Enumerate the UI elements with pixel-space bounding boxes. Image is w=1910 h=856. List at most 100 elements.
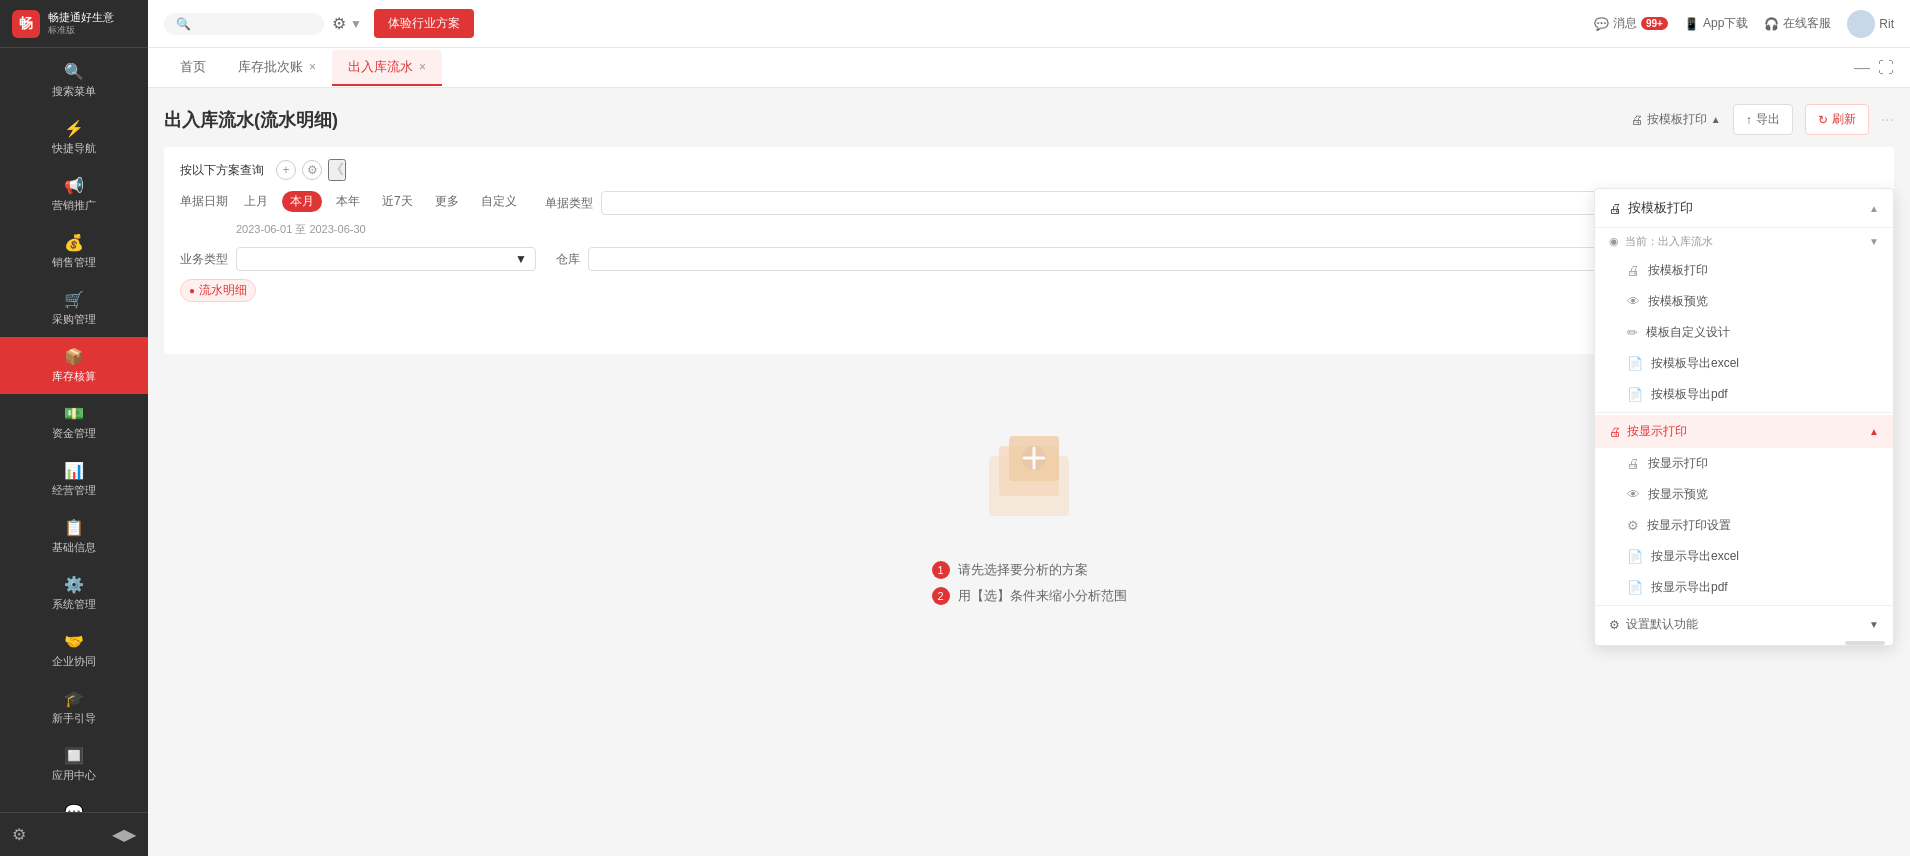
flow-detail-tag[interactable]: ● 流水明细 [180, 279, 256, 302]
sidebar-item-search[interactable]: 🔍 搜索菜单 [0, 52, 148, 109]
panel-scrollbar[interactable] [1595, 641, 1893, 645]
date-btn-more[interactable]: 更多 [427, 191, 467, 212]
app-download-button[interactable]: 📱 App下载 [1684, 15, 1748, 32]
template-print-dropdown: 🖨 按模板打印 ▲ ◉ 当前：出入库流水 ▼ 🖨 按模板打印 👁 按 [1594, 188, 1894, 646]
page-title: 出入库流水(流水明细) [164, 108, 338, 132]
tab-batch-account[interactable]: 库存批次账 × [222, 50, 332, 86]
apps-icon: 🔲 [64, 746, 84, 765]
sidebar-item-enterprise[interactable]: 🤝 企业协同 [0, 622, 148, 679]
enterprise-icon: 🤝 [64, 632, 84, 651]
business-type-label: 业务类型 [180, 251, 228, 268]
service-icon: 🎧 [1764, 17, 1779, 31]
collapse-sidebar-icon[interactable]: ◀▶ [112, 825, 136, 844]
export-icon: ↑ [1746, 113, 1752, 127]
user-avatar-area[interactable]: Rit [1847, 10, 1894, 38]
print-icon: 🖨 [1631, 113, 1643, 127]
system-icon: ⚙️ [64, 575, 84, 594]
empty-illustration [969, 426, 1089, 545]
dropdown-item-display-preview[interactable]: 👁 按显示预览 [1595, 479, 1893, 510]
tab-batch-account-close[interactable]: × [309, 60, 316, 74]
chevron-up-icon-dropdown[interactable]: ▲ [1869, 203, 1879, 214]
filter-label: 按以下方案查询 [180, 162, 264, 179]
operation-icon: 📊 [64, 461, 84, 480]
messages-button[interactable]: 💬 消息 99+ [1594, 15, 1668, 32]
dropdown-item-template-print[interactable]: 🖨 按模板打印 [1595, 255, 1893, 286]
search-input[interactable] [195, 17, 295, 31]
filter-settings-button[interactable]: ⚙ [302, 160, 322, 180]
sidebar-nav: 🔍 搜索菜单 ⚡ 快捷导航 📢 营销推广 💰 销售管理 🛒 采购管理 📦 库存核… [0, 48, 148, 812]
warehouse-label: 仓库 [556, 251, 580, 268]
tab-home[interactable]: 首页 [164, 50, 222, 86]
tab-inout-flow[interactable]: 出入库流水 × [332, 50, 442, 86]
search-bar[interactable]: 🔍 [164, 13, 324, 35]
display-print-section[interactable]: 🖨 按显示打印 ▲ [1595, 415, 1893, 448]
tab-inout-flow-close[interactable]: × [419, 60, 426, 74]
sidebar-item-marketing[interactable]: 📢 营销推广 [0, 166, 148, 223]
date-btn-last-month[interactable]: 上月 [236, 191, 276, 212]
sidebar-item-basic[interactable]: 📋 基础信息 [0, 508, 148, 565]
main: 🔍 ⚙ ▼ 体验行业方案 💬 消息 99+ 📱 App下载 🎧 在线客服 Rit [148, 0, 1910, 856]
step-2-number: 2 [932, 587, 950, 605]
dropdown-item-display-print[interactable]: 🖨 按显示打印 [1595, 448, 1893, 479]
export-button[interactable]: ↑ 导出 [1733, 104, 1793, 135]
display-settings-icon: ⚙ [1627, 518, 1639, 533]
sidebar-item-wechat[interactable]: 💬 企业微信 [0, 793, 148, 812]
sidebar-item-sales[interactable]: 💰 销售管理 [0, 223, 148, 280]
industry-solution-button[interactable]: 体验行业方案 [374, 9, 474, 38]
maximize-icon[interactable]: ⛶ [1878, 59, 1894, 77]
sidebar-item-inventory[interactable]: 📦 库存核算 [0, 337, 148, 394]
page-actions: 🖨 按模板打印 ▲ ↑ 导出 ↻ 刷新 ··· [1631, 104, 1894, 135]
dropdown-item-template-custom[interactable]: ✏ 模板自定义设计 [1595, 317, 1893, 348]
separator-2 [1595, 605, 1893, 606]
date-range-display: 2023-06-01 至 2023-06-30 [236, 222, 366, 237]
sidebar-item-apps[interactable]: 🔲 应用中心 [0, 736, 148, 793]
minimize-icon[interactable]: — [1854, 59, 1870, 77]
sales-icon: 💰 [64, 233, 84, 252]
sidebar-item-guide[interactable]: 🎓 新手引导 [0, 679, 148, 736]
sidebar-item-system[interactable]: ⚙️ 系统管理 [0, 565, 148, 622]
dropdown-item-display-settings[interactable]: ⚙ 按显示打印设置 [1595, 510, 1893, 541]
date-btn-custom[interactable]: 自定义 [473, 191, 525, 212]
sidebar-item-operation[interactable]: 📊 经营管理 [0, 451, 148, 508]
template-print-button[interactable]: 🖨 按模板打印 ▲ [1631, 111, 1721, 128]
business-type-select[interactable]: ▼ [236, 247, 536, 271]
avatar [1847, 10, 1875, 38]
display-chevron-up: ▲ [1869, 426, 1879, 437]
app-download-icon: 📱 [1684, 17, 1699, 31]
empty-steps: 1 请先选择要分析的方案 2 用【选】条件来缩小分析范围 [932, 561, 1127, 613]
current-indicator: ◉ [1609, 235, 1619, 248]
set-default-button[interactable]: ⚙ 设置默认功能 ▼ [1595, 608, 1893, 641]
marketing-icon: 📢 [64, 176, 84, 195]
dropdown-item-template-excel[interactable]: 📄 按模板导出excel [1595, 348, 1893, 379]
sidebar: 畅 畅捷通好生意 标准版 🔍 搜索菜单 ⚡ 快捷导航 📢 营销推广 💰 销售管理… [0, 0, 148, 856]
search-icon: 🔍 [176, 17, 191, 31]
date-btn-this-month[interactable]: 本月 [282, 191, 322, 212]
set-default-chevron: ▼ [1869, 619, 1879, 630]
sidebar-item-finance[interactable]: 💵 资金管理 [0, 394, 148, 451]
sidebar-item-purchase[interactable]: 🛒 采购管理 [0, 280, 148, 337]
logo-subtitle: 标准版 [48, 24, 114, 37]
display-print-header-icon: 🖨 [1609, 425, 1621, 439]
filter-add-button[interactable]: + [276, 160, 296, 180]
guide-icon: 🎓 [64, 689, 84, 708]
dropdown-item-display-pdf[interactable]: 📄 按显示导出pdf [1595, 572, 1893, 603]
dropdown-arrow[interactable]: ▼ [350, 17, 362, 31]
date-btn-7days[interactable]: 近7天 [374, 191, 421, 212]
separator-1 [1595, 412, 1893, 413]
chevron-up-icon: ▲ [1711, 114, 1721, 125]
dropdown-item-template-preview[interactable]: 👁 按模板预览 [1595, 286, 1893, 317]
filter-collapse-btn[interactable]: 《 [328, 159, 346, 181]
empty-step-2: 2 用【选】条件来缩小分析范围 [932, 587, 1127, 605]
more-icon[interactable]: ··· [1881, 111, 1894, 129]
dropdown-item-template-pdf[interactable]: 📄 按模板导出pdf [1595, 379, 1893, 410]
online-service-button[interactable]: 🎧 在线客服 [1764, 15, 1831, 32]
template-excel-icon: 📄 [1627, 356, 1643, 371]
refresh-button[interactable]: ↻ 刷新 [1805, 104, 1869, 135]
gear-icon[interactable]: ⚙ [332, 14, 346, 33]
date-btn-this-year[interactable]: 本年 [328, 191, 368, 212]
sidebar-bottom: ⚙ ◀▶ [0, 812, 148, 856]
sidebar-item-quick-nav[interactable]: ⚡ 快捷导航 [0, 109, 148, 166]
scrollbar-thumb [1845, 641, 1885, 645]
dropdown-item-display-excel[interactable]: 📄 按显示导出excel [1595, 541, 1893, 572]
settings-bottom-icon[interactable]: ⚙ [12, 825, 26, 844]
